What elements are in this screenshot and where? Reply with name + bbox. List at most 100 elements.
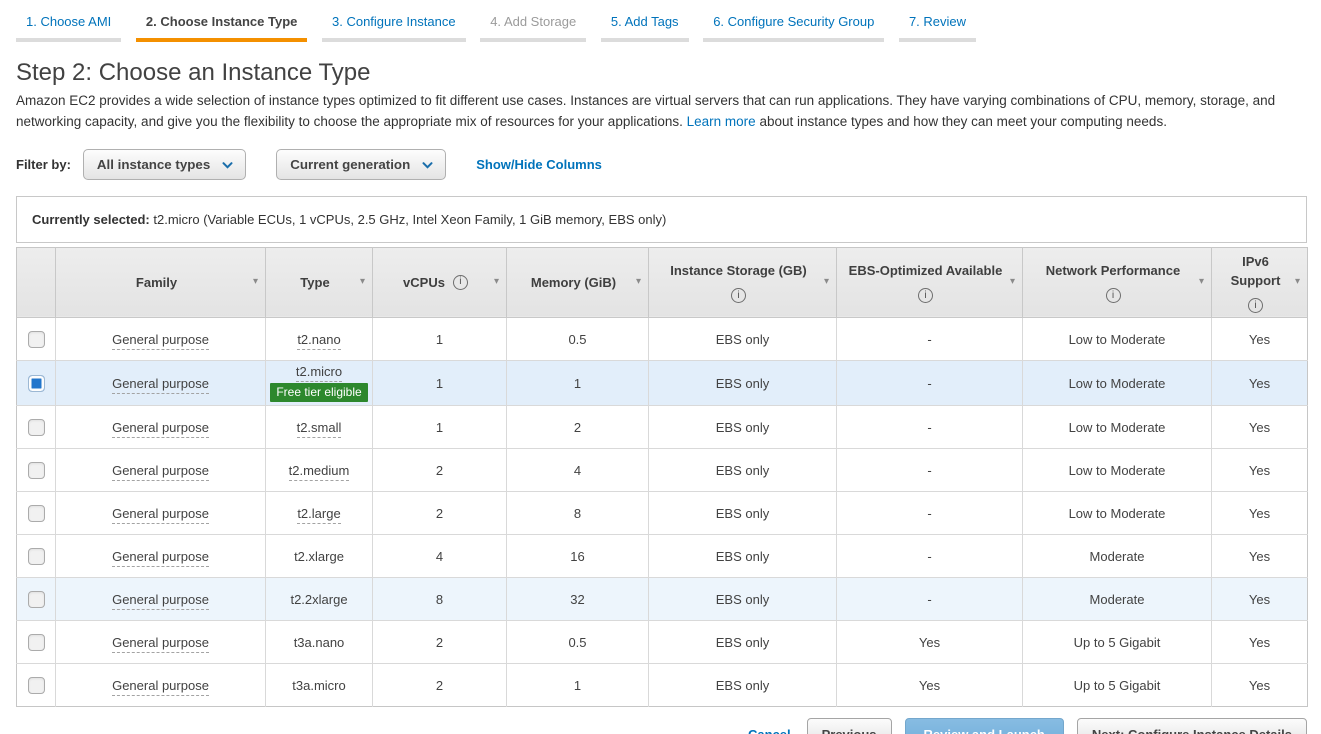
- type-cell[interactable]: t2.xlarge: [294, 549, 344, 564]
- row-checkbox[interactable]: [28, 677, 45, 694]
- table-row[interactable]: General purposet2.2xlarge832EBS only-Mod…: [17, 578, 1308, 621]
- network-cell: Moderate: [1023, 578, 1212, 621]
- table-row[interactable]: General purposet3a.nano20.5EBS onlyYesUp…: [17, 621, 1308, 664]
- sort-caret-icon[interactable]: ▾: [253, 277, 258, 287]
- table-row[interactable]: General purposet2.medium24EBS only-Low t…: [17, 449, 1308, 492]
- header-type-label: Type: [300, 275, 329, 290]
- vcpus-cell: 2: [373, 664, 507, 707]
- row-checkbox[interactable]: [28, 548, 45, 565]
- type-cell[interactable]: t3a.nano: [294, 635, 345, 650]
- sort-caret-icon[interactable]: ▾: [360, 277, 365, 287]
- family-cell[interactable]: General purpose: [112, 506, 209, 524]
- memory-cell: 8: [507, 492, 649, 535]
- row-checkbox-checked[interactable]: [28, 375, 45, 392]
- ebs-optimized-cell: -: [837, 406, 1023, 449]
- tab-configure-security-group[interactable]: 6. Configure Security Group: [703, 14, 884, 42]
- family-cell[interactable]: General purpose: [112, 549, 209, 567]
- generation-dropdown-value: Current generation: [290, 157, 410, 172]
- table-row[interactable]: General purposet2.large28EBS only-Low to…: [17, 492, 1308, 535]
- table-row[interactable]: General purposet2.nano10.5EBS only-Low t…: [17, 318, 1308, 361]
- review-and-launch-button[interactable]: Review and Launch: [905, 718, 1064, 734]
- info-icon[interactable]: i: [453, 275, 468, 290]
- tab-add-tags[interactable]: 5. Add Tags: [601, 14, 689, 42]
- type-cell[interactable]: t3a.micro: [292, 678, 345, 693]
- currently-selected-value: t2.micro (Variable ECUs, 1 vCPUs, 2.5 GH…: [153, 212, 666, 227]
- family-cell[interactable]: General purpose: [112, 376, 209, 394]
- wizard-step-tabs: 1. Choose AMI 2. Choose Instance Type 3.…: [16, 0, 1307, 42]
- memory-cell: 0.5: [507, 621, 649, 664]
- network-cell: Low to Moderate: [1023, 406, 1212, 449]
- row-checkbox[interactable]: [28, 419, 45, 436]
- header-family[interactable]: Family ▾: [56, 247, 266, 317]
- type-cell[interactable]: t2.2xlarge: [290, 592, 347, 607]
- header-ebs-optimized[interactable]: EBS-Optimized Available i ▾: [837, 247, 1023, 317]
- table-header: Family ▾ Type ▾ vCPUs i ▾ Memory (GiB) ▾: [17, 247, 1308, 317]
- currently-selected-label: Currently selected:: [32, 212, 150, 227]
- type-cell[interactable]: t2.medium: [289, 463, 350, 481]
- tab-configure-instance[interactable]: 3. Configure Instance: [322, 14, 466, 42]
- header-network-performance[interactable]: Network Performance i ▾: [1023, 247, 1212, 317]
- tab-choose-instance-type[interactable]: 2. Choose Instance Type: [136, 14, 307, 42]
- table-row[interactable]: General purposet2.small12EBS only-Low to…: [17, 406, 1308, 449]
- sort-caret-icon[interactable]: ▾: [824, 277, 829, 287]
- family-cell[interactable]: General purpose: [112, 635, 209, 653]
- page-title: Step 2: Choose an Instance Type: [16, 59, 1307, 87]
- instance-family-dropdown[interactable]: All instance types: [83, 149, 246, 180]
- sort-caret-icon[interactable]: ▾: [1295, 277, 1300, 287]
- header-ipv6-support[interactable]: IPv6 Support i ▾: [1212, 247, 1308, 317]
- info-icon[interactable]: i: [1248, 298, 1263, 313]
- header-vcpus[interactable]: vCPUs i ▾: [373, 247, 507, 317]
- learn-more-link[interactable]: Learn more: [687, 114, 756, 129]
- memory-cell: 1: [507, 361, 649, 406]
- header-type[interactable]: Type ▾: [266, 247, 373, 317]
- row-checkbox[interactable]: [28, 462, 45, 479]
- family-cell[interactable]: General purpose: [112, 463, 209, 481]
- memory-cell: 0.5: [507, 318, 649, 361]
- ebs-optimized-cell: -: [837, 492, 1023, 535]
- info-icon[interactable]: i: [918, 288, 933, 303]
- network-cell: Low to Moderate: [1023, 318, 1212, 361]
- vcpus-cell: 2: [373, 449, 507, 492]
- network-cell: Moderate: [1023, 535, 1212, 578]
- memory-cell: 32: [507, 578, 649, 621]
- storage-cell: EBS only: [649, 664, 837, 707]
- ebs-optimized-cell: -: [837, 318, 1023, 361]
- type-cell[interactable]: t2.nano: [297, 332, 340, 350]
- sort-caret-icon[interactable]: ▾: [1199, 277, 1204, 287]
- sort-caret-icon[interactable]: ▾: [494, 277, 499, 287]
- info-icon[interactable]: i: [1106, 288, 1121, 303]
- show-hide-columns-link[interactable]: Show/Hide Columns: [476, 157, 602, 172]
- table-row[interactable]: General purposet2.xlarge416EBS only-Mode…: [17, 535, 1308, 578]
- row-checkbox[interactable]: [28, 634, 45, 651]
- next-configure-instance-details-button[interactable]: Next: Configure Instance Details: [1077, 718, 1307, 734]
- type-cell[interactable]: t2.large: [297, 506, 340, 524]
- family-cell[interactable]: General purpose: [112, 678, 209, 696]
- sort-caret-icon[interactable]: ▾: [1010, 277, 1015, 287]
- tab-review[interactable]: 7. Review: [899, 14, 976, 42]
- ipv6-cell: Yes: [1212, 535, 1308, 578]
- type-cell[interactable]: t2.small: [297, 420, 342, 438]
- vcpus-cell: 1: [373, 318, 507, 361]
- row-checkbox[interactable]: [28, 331, 45, 348]
- table-row[interactable]: General purposet2.microFree tier eligibl…: [17, 361, 1308, 406]
- family-cell[interactable]: General purpose: [112, 420, 209, 438]
- family-cell[interactable]: General purpose: [112, 592, 209, 610]
- ipv6-cell: Yes: [1212, 621, 1308, 664]
- storage-cell: EBS only: [649, 406, 837, 449]
- generation-dropdown[interactable]: Current generation: [276, 149, 446, 180]
- family-cell[interactable]: General purpose: [112, 332, 209, 350]
- info-icon[interactable]: i: [731, 288, 746, 303]
- row-checkbox[interactable]: [28, 591, 45, 608]
- header-instance-storage[interactable]: Instance Storage (GB) i ▾: [649, 247, 837, 317]
- row-checkbox[interactable]: [28, 505, 45, 522]
- header-ebs-optimized-label: EBS-Optimized Available: [843, 261, 1008, 281]
- vcpus-cell: 2: [373, 621, 507, 664]
- sort-caret-icon[interactable]: ▾: [636, 277, 641, 287]
- table-row[interactable]: General purposet3a.micro21EBS onlyYesUp …: [17, 664, 1308, 707]
- header-memory[interactable]: Memory (GiB) ▾: [507, 247, 649, 317]
- tab-choose-ami[interactable]: 1. Choose AMI: [16, 14, 121, 42]
- vcpus-cell: 4: [373, 535, 507, 578]
- ipv6-cell: Yes: [1212, 318, 1308, 361]
- cancel-link[interactable]: Cancel: [748, 727, 791, 734]
- previous-button[interactable]: Previous: [807, 718, 892, 734]
